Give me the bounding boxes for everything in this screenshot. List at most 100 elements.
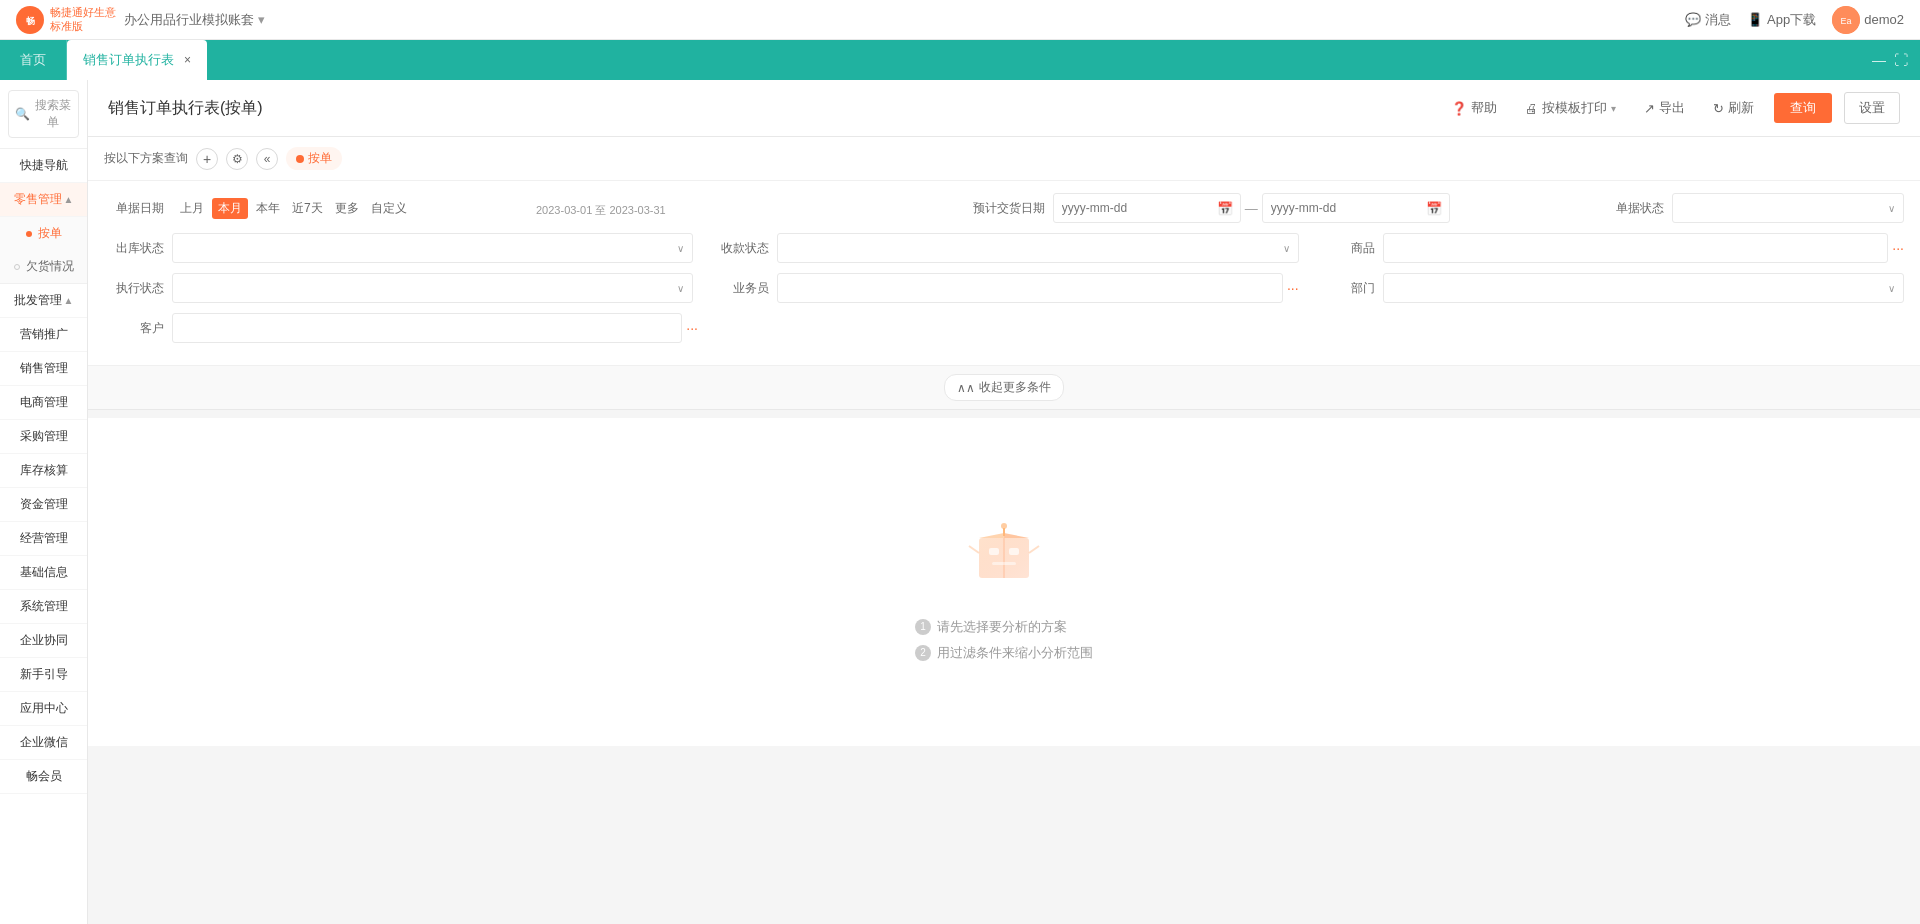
collapse-icon: ∧∧ bbox=[957, 381, 975, 395]
salesman-ellipsis-button[interactable]: ··· bbox=[1287, 280, 1299, 296]
date-shortcut-custom[interactable]: 自定义 bbox=[367, 198, 411, 219]
product-input[interactable] bbox=[1383, 233, 1889, 263]
receipt-status-arrow-icon: ∨ bbox=[1283, 243, 1290, 254]
user-avatar-button[interactable]: Ea demo2 bbox=[1832, 6, 1904, 34]
sidebar-item-enterprise[interactable]: 企业协同 bbox=[0, 624, 87, 658]
svg-point-12 bbox=[1001, 523, 1007, 529]
date-range-display: 2023-03-01 至 2023-03-31 bbox=[536, 203, 666, 218]
sidebar-item-operation[interactable]: 经营管理 bbox=[0, 522, 87, 556]
refresh-icon: ↻ bbox=[1713, 101, 1724, 116]
filter-item-expected-delivery: 预计交货日期 📅 — 📅 bbox=[965, 193, 1305, 223]
message-button[interactable]: 💬 消息 bbox=[1685, 11, 1731, 29]
empty-tips-list: 1 请先选择要分析的方案 2 用过滤条件来缩小分析范围 bbox=[915, 614, 1093, 666]
top-header: 畅 畅捷通好生意 标准版 办公用品行业模拟账套 ▾ 💬 消息 📱 App下载 bbox=[0, 0, 1920, 40]
date-shortcut-lastmonth[interactable]: 上月 bbox=[176, 198, 208, 219]
svg-line-13 bbox=[969, 546, 979, 553]
export-button[interactable]: ↗ 导出 bbox=[1636, 95, 1693, 121]
tab-home[interactable]: 首页 bbox=[0, 40, 67, 80]
scheme-collapse-button[interactable]: « bbox=[256, 148, 278, 170]
sidebar-item-purchase[interactable]: 采购管理 bbox=[0, 420, 87, 454]
tab-close-button[interactable]: × bbox=[184, 53, 191, 67]
sidebar-item-system[interactable]: 系统管理 bbox=[0, 590, 87, 624]
filter-row-4: 客户 ··· bbox=[104, 313, 698, 343]
scheme-add-button[interactable]: + bbox=[196, 148, 218, 170]
sidebar-item-member[interactable]: 畅会员 bbox=[0, 760, 87, 794]
app-download-button[interactable]: 📱 App下载 bbox=[1747, 11, 1816, 29]
scheme-dot-icon bbox=[296, 155, 304, 163]
svg-marker-5 bbox=[979, 533, 1004, 538]
scheme-settings-button[interactable]: ⚙ bbox=[226, 148, 248, 170]
avatar: Ea bbox=[1832, 6, 1860, 34]
dept-select[interactable]: ∨ bbox=[1383, 273, 1904, 303]
dept-label: 部门 bbox=[1315, 280, 1375, 297]
receipt-status-select[interactable]: ∨ bbox=[777, 233, 1298, 263]
collapse-button[interactable]: ∧∧ 收起更多条件 bbox=[944, 374, 1064, 401]
filter-item-date: 单据日期 上月 本月 本年 近7天 更多 自定义 bbox=[104, 198, 524, 219]
status-select-arrow-icon: ∨ bbox=[1888, 203, 1895, 214]
product-ellipsis-button[interactable]: ··· bbox=[1892, 240, 1904, 256]
header-title-arrow[interactable]: ▾ bbox=[258, 12, 265, 27]
date-shortcut-thisyear[interactable]: 本年 bbox=[252, 198, 284, 219]
customer-label: 客户 bbox=[104, 320, 164, 337]
sidebar-item-retail[interactable]: 零售管理 ▲ bbox=[0, 183, 87, 217]
expected-date-from-input[interactable] bbox=[1053, 193, 1241, 223]
tab-active[interactable]: 销售订单执行表 × bbox=[67, 40, 207, 80]
svg-text:Ea: Ea bbox=[1841, 16, 1852, 26]
sidebar-subitem-arrears[interactable]: 欠货情况 bbox=[0, 250, 87, 283]
tab-bar: 首页 销售订单执行表 × — ⛶ bbox=[0, 40, 1920, 80]
tab-maximize-icon[interactable]: ⛶ bbox=[1894, 52, 1908, 68]
sidebar-search-button[interactable]: 🔍 搜索菜单 bbox=[8, 90, 79, 138]
sidebar-item-inventory[interactable]: 库存核算 bbox=[0, 454, 87, 488]
sidebar-item-appcenter[interactable]: 应用中心 bbox=[0, 692, 87, 726]
sidebar-item-wechat[interactable]: 企业微信 bbox=[0, 726, 87, 760]
sidebar-subitem-anorder[interactable]: 按单 bbox=[0, 217, 87, 250]
header-left: 畅 畅捷通好生意 标准版 办公用品行业模拟账套 ▾ bbox=[16, 6, 265, 34]
customer-input[interactable] bbox=[172, 313, 682, 343]
sidebar-item-ecommerce[interactable]: 电商管理 bbox=[0, 386, 87, 420]
expected-delivery-label: 预计交货日期 bbox=[965, 200, 1045, 217]
sidebar-item-quick-nav[interactable]: 快捷导航 bbox=[0, 149, 87, 183]
tab-bar-right: — ⛶ bbox=[1872, 52, 1920, 68]
refresh-button[interactable]: ↻ 刷新 bbox=[1705, 95, 1762, 121]
receipt-status-label: 收款状态 bbox=[709, 240, 769, 257]
filter-rows: 单据日期 上月 本月 本年 近7天 更多 自定义 2023-03-01 至 20… bbox=[88, 181, 1920, 365]
tab-active-label: 销售订单执行表 bbox=[83, 51, 174, 69]
tab-minimize-icon[interactable]: — bbox=[1872, 52, 1886, 68]
page-actions: ❓ 帮助 🖨 按模板打印 ▾ ↗ 导出 ↻ 刷新 查询 设置 bbox=[1443, 92, 1900, 124]
out-status-select[interactable]: ∨ bbox=[172, 233, 693, 263]
filter-item-exec-status: 执行状态 ∨ bbox=[104, 273, 693, 303]
filter-item-customer: 客户 ··· bbox=[104, 313, 698, 343]
settings-button[interactable]: 设置 bbox=[1844, 92, 1900, 124]
sidebar-item-sales[interactable]: 销售管理 bbox=[0, 352, 87, 386]
svg-rect-10 bbox=[992, 562, 1016, 565]
help-button[interactable]: ❓ 帮助 bbox=[1443, 95, 1505, 121]
sidebar-item-newuser[interactable]: 新手引导 bbox=[0, 658, 87, 692]
salesman-input[interactable] bbox=[777, 273, 1283, 303]
date-shortcut-more[interactable]: 更多 bbox=[331, 198, 363, 219]
print-button[interactable]: 🖨 按模板打印 ▾ bbox=[1517, 95, 1624, 121]
exec-status-select[interactable]: ∨ bbox=[172, 273, 693, 303]
svg-rect-9 bbox=[1009, 548, 1019, 555]
scheme-item-anorder[interactable]: 按单 bbox=[286, 147, 342, 170]
filter-item-product: 商品 ··· bbox=[1315, 233, 1904, 263]
empty-illustration bbox=[954, 498, 1054, 598]
page-header: 销售订单执行表(按单) ❓ 帮助 🖨 按模板打印 ▾ ↗ 导出 ↻ 刷新 bbox=[88, 80, 1920, 137]
expected-date-to-input[interactable] bbox=[1262, 193, 1450, 223]
status-select[interactable]: ∨ bbox=[1672, 193, 1904, 223]
sidebar-item-finance[interactable]: 资金管理 bbox=[0, 488, 87, 522]
sidebar-item-basic[interactable]: 基础信息 bbox=[0, 556, 87, 590]
message-icon: 💬 bbox=[1685, 12, 1701, 27]
date-shortcut-thismonth[interactable]: 本月 bbox=[212, 198, 248, 219]
sidebar-item-wholesale[interactable]: 批发管理 ▲ bbox=[0, 284, 87, 318]
sidebar-item-marketing[interactable]: 营销推广 bbox=[0, 318, 87, 352]
date-shortcut-7days[interactable]: 近7天 bbox=[288, 198, 327, 219]
expected-date-to-wrap: 📅 bbox=[1262, 193, 1450, 223]
filter-item-order-status: 单据状态 ∨ bbox=[1604, 193, 1904, 223]
dept-arrow-icon: ∨ bbox=[1888, 283, 1895, 294]
customer-ellipsis-button[interactable]: ··· bbox=[686, 320, 698, 336]
help-icon: ❓ bbox=[1451, 101, 1467, 116]
collapse-bar: ∧∧ 收起更多条件 bbox=[88, 365, 1920, 409]
search-button[interactable]: 查询 bbox=[1774, 93, 1832, 123]
wholesale-arrow-icon: ▲ bbox=[64, 295, 74, 306]
filter-item-dept: 部门 ∨ bbox=[1315, 273, 1904, 303]
